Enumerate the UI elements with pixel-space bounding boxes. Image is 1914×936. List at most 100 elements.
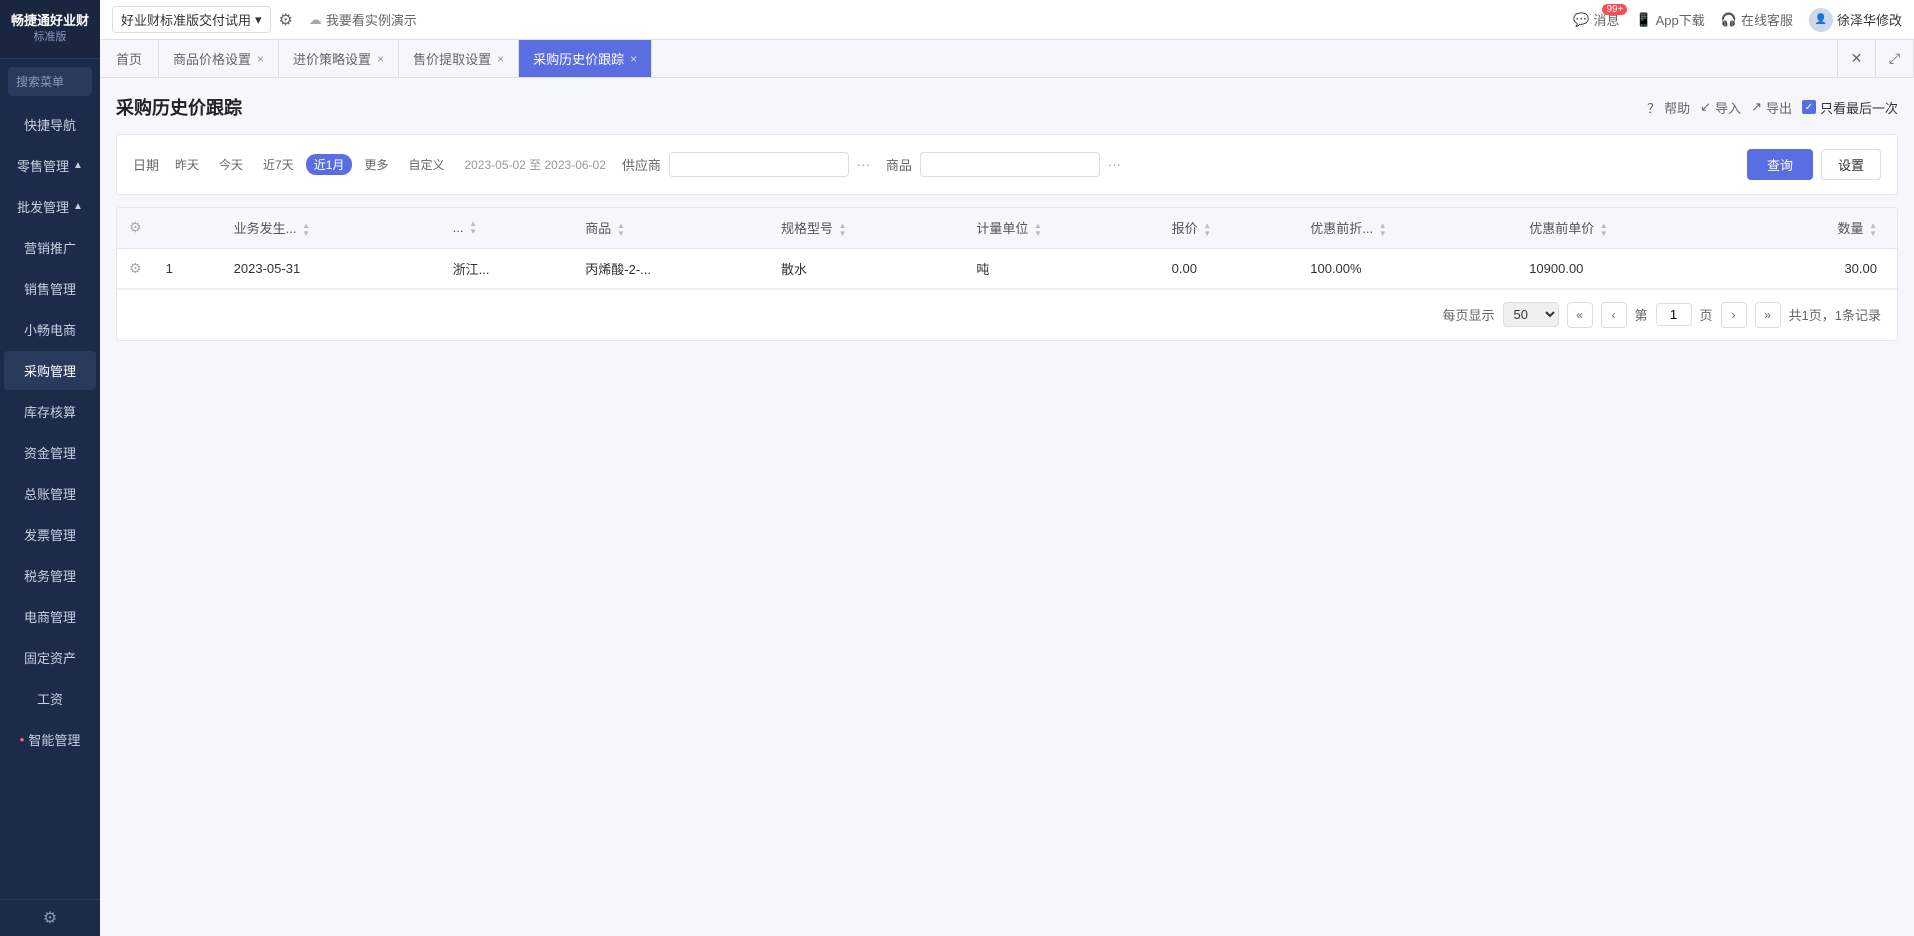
filter-actions: 查询 设置 bbox=[1747, 149, 1881, 180]
sidebar-item-marketing[interactable]: 营销推广 bbox=[4, 228, 96, 267]
version-selector[interactable]: 好业财标准版交付试用 ▾ bbox=[112, 6, 271, 33]
tab-purchase-history[interactable]: 采购历史价跟踪 × bbox=[519, 40, 652, 78]
purchase-label: 采购管理 bbox=[24, 361, 76, 380]
search-menu-button[interactable]: 搜索菜单 bbox=[8, 67, 92, 96]
sidebar-item-quick-nav[interactable]: 快捷导航 bbox=[4, 105, 96, 144]
topbar-settings-button[interactable]: ⚙ bbox=[279, 10, 293, 30]
goods-filter-label: 商品 bbox=[886, 155, 912, 174]
sort-quote-icon: ▲▼ bbox=[1203, 222, 1211, 238]
tab-purchase-price-close[interactable]: × bbox=[377, 53, 384, 65]
app-download-btn[interactable]: 📱 App下载 bbox=[1635, 10, 1704, 29]
topbar: 好业财标准版交付试用 ▾ ⚙ ☁ 我要看实例演示 💬 消息 99+ 📱 App下… bbox=[100, 0, 1914, 40]
sidebar-item-ecommerce[interactable]: 电商管理 bbox=[4, 597, 96, 636]
topbar-right: 💬 消息 99+ 📱 App下载 🎧 在线客服 👤 徐泽华修改 bbox=[1573, 8, 1902, 32]
ecommerce-small-label: 小畅电商 bbox=[24, 320, 76, 339]
sidebar-gear-icon[interactable]: ⚙ bbox=[43, 910, 57, 927]
message-badge[interactable]: 💬 消息 99+ bbox=[1573, 10, 1619, 29]
cell-quantity: 30.00 bbox=[1741, 248, 1897, 288]
date-option-7days[interactable]: 近7天 bbox=[255, 154, 302, 175]
sidebar-item-inventory[interactable]: 库存核算 bbox=[4, 392, 96, 431]
col-header-goods[interactable]: 商品 ▲▼ bbox=[573, 208, 769, 248]
goods-more-btn[interactable]: ··· bbox=[1108, 157, 1121, 172]
tab-price-close[interactable]: × bbox=[257, 53, 264, 65]
sidebar-item-invoice[interactable]: 发票管理 bbox=[4, 515, 96, 554]
sidebar-item-wholesale[interactable]: 批发管理 ▲ bbox=[4, 187, 96, 226]
page-number-input[interactable] bbox=[1656, 303, 1692, 326]
goods-input[interactable] bbox=[920, 152, 1100, 177]
per-page-select[interactable]: 50 20 100 bbox=[1503, 302, 1559, 327]
query-button[interactable]: 查询 bbox=[1747, 149, 1813, 180]
sort-spec-icon: ▲▼ bbox=[839, 222, 847, 238]
settings-button[interactable]: 设置 bbox=[1821, 149, 1881, 180]
date-option-today[interactable]: 今天 bbox=[211, 154, 251, 175]
date-option-custom[interactable]: 自定义 bbox=[400, 154, 452, 175]
cell-unit: 吨 bbox=[964, 248, 1159, 288]
sidebar-item-ecommerce-small[interactable]: 小畅电商 bbox=[4, 310, 96, 349]
last-page-button[interactable]: » bbox=[1755, 302, 1781, 328]
col-header-date[interactable]: 业务发生... ▲▼ bbox=[222, 208, 441, 248]
tab-price-label: 商品价格设置 bbox=[173, 49, 251, 68]
sidebar-search-area: 搜索菜单 bbox=[0, 59, 100, 104]
tab-price-settings[interactable]: 商品价格设置 × bbox=[159, 40, 279, 78]
page-header: 采购历史价跟踪 ？ 帮助 ↙ 导入 ↗ 导出 ✓ 只看最后一次 bbox=[116, 94, 1898, 120]
row-gear-icon[interactable]: ⚙ bbox=[129, 260, 142, 276]
import-icon: ↙ bbox=[1700, 99, 1711, 115]
next-page-button[interactable]: › bbox=[1721, 302, 1747, 328]
marketing-label: 营销推广 bbox=[24, 238, 76, 257]
sidebar-item-payroll[interactable]: 工资 bbox=[4, 679, 96, 718]
sidebar-item-tax[interactable]: 税务管理 bbox=[4, 556, 96, 595]
col-header-unit[interactable]: 计量单位 ▲▼ bbox=[964, 208, 1159, 248]
tab-maximize-btn[interactable]: ⤢ bbox=[1876, 40, 1914, 78]
export-button[interactable]: ↗ 导出 bbox=[1751, 98, 1792, 117]
date-option-1month[interactable]: 近1月 bbox=[306, 154, 353, 175]
sidebar-item-finance[interactable]: 资金管理 bbox=[4, 433, 96, 472]
supplier-more-btn[interactable]: ··· bbox=[857, 157, 870, 172]
demo-button[interactable]: ☁ 我要看实例演示 bbox=[309, 10, 417, 29]
col-header-quote[interactable]: 报价 ▲▼ bbox=[1160, 208, 1299, 248]
help-button[interactable]: ？ 帮助 bbox=[1647, 98, 1690, 117]
tab-home-label: 首页 bbox=[116, 49, 142, 68]
gear-header-icon[interactable]: ⚙ bbox=[129, 219, 142, 235]
only-last-checkbox[interactable]: ✓ 只看最后一次 bbox=[1802, 98, 1898, 117]
content-area: 采购历史价跟踪 ？ 帮助 ↙ 导入 ↗ 导出 ✓ 只看最后一次 bbox=[100, 78, 1914, 936]
cell-index: 1 bbox=[154, 248, 222, 288]
user-menu[interactable]: 👤 徐泽华修改 bbox=[1809, 8, 1902, 32]
import-button[interactable]: ↙ 导入 bbox=[1700, 98, 1741, 117]
date-option-more[interactable]: 更多 bbox=[356, 154, 396, 175]
date-option-yesterday[interactable]: 昨天 bbox=[167, 154, 207, 175]
sidebar-item-purchase[interactable]: 采购管理 bbox=[4, 351, 96, 390]
online-service-btn[interactable]: 🎧 在线客服 bbox=[1721, 10, 1793, 29]
sidebar-item-sales[interactable]: 销售管理 bbox=[4, 269, 96, 308]
logo-subtitle: 标准版 bbox=[8, 30, 92, 45]
tab-home[interactable]: 首页 bbox=[100, 40, 159, 78]
cell-spec: 散水 bbox=[769, 248, 964, 288]
sort-goods-icon: ▲▼ bbox=[617, 222, 625, 238]
sidebar-item-retail[interactable]: 零售管理 ▲ bbox=[4, 146, 96, 185]
col-header-pre-discount-price[interactable]: 优惠前单价 ▲▼ bbox=[1517, 208, 1741, 248]
tab-purchase-price[interactable]: 进价策略设置 × bbox=[279, 40, 399, 78]
sidebar-item-ledger[interactable]: 总账管理 bbox=[4, 474, 96, 513]
sidebar-item-fixed-assets[interactable]: 固定资产 bbox=[4, 638, 96, 677]
version-label: 好业财标准版交付试用 bbox=[121, 10, 251, 29]
prev-page-button[interactable]: ‹ bbox=[1601, 302, 1627, 328]
col-header-quantity[interactable]: 数量 ▲▼ bbox=[1741, 208, 1897, 248]
cloud-icon: ☁ bbox=[309, 12, 322, 28]
page-title: 采购历史价跟踪 bbox=[116, 94, 242, 120]
first-page-button[interactable]: « bbox=[1567, 302, 1593, 328]
tab-purchase-history-close[interactable]: × bbox=[630, 53, 637, 65]
table-header-row: ⚙ 业务发生... ▲▼ ... ▲▼ 商品 ▲▼ bbox=[117, 208, 1897, 248]
tab-sale-price-close[interactable]: × bbox=[497, 53, 504, 65]
tab-sale-price[interactable]: 售价提取设置 × bbox=[399, 40, 519, 78]
sort-more-icon: ▲▼ bbox=[469, 220, 477, 236]
col-header-more[interactable]: ... ▲▼ bbox=[441, 208, 574, 248]
sales-label: 销售管理 bbox=[24, 279, 76, 298]
supplier-filter-label: 供应商 bbox=[622, 155, 661, 174]
col-header-discount[interactable]: 优惠前折... ▲▼ bbox=[1298, 208, 1517, 248]
supplier-input[interactable] bbox=[669, 152, 849, 177]
invoice-label: 发票管理 bbox=[24, 525, 76, 544]
tab-close-window-btn[interactable]: ✕ bbox=[1838, 40, 1876, 78]
col-header-spec[interactable]: 规格型号 ▲▼ bbox=[769, 208, 964, 248]
wholesale-arrow: ▲ bbox=[73, 201, 83, 212]
sidebar: 畅捷通好业财 标准版 搜索菜单 快捷导航 零售管理 ▲ 批发管理 ▲ 营销推广 … bbox=[0, 0, 100, 936]
sidebar-item-smart[interactable]: 智能管理 bbox=[4, 720, 96, 759]
